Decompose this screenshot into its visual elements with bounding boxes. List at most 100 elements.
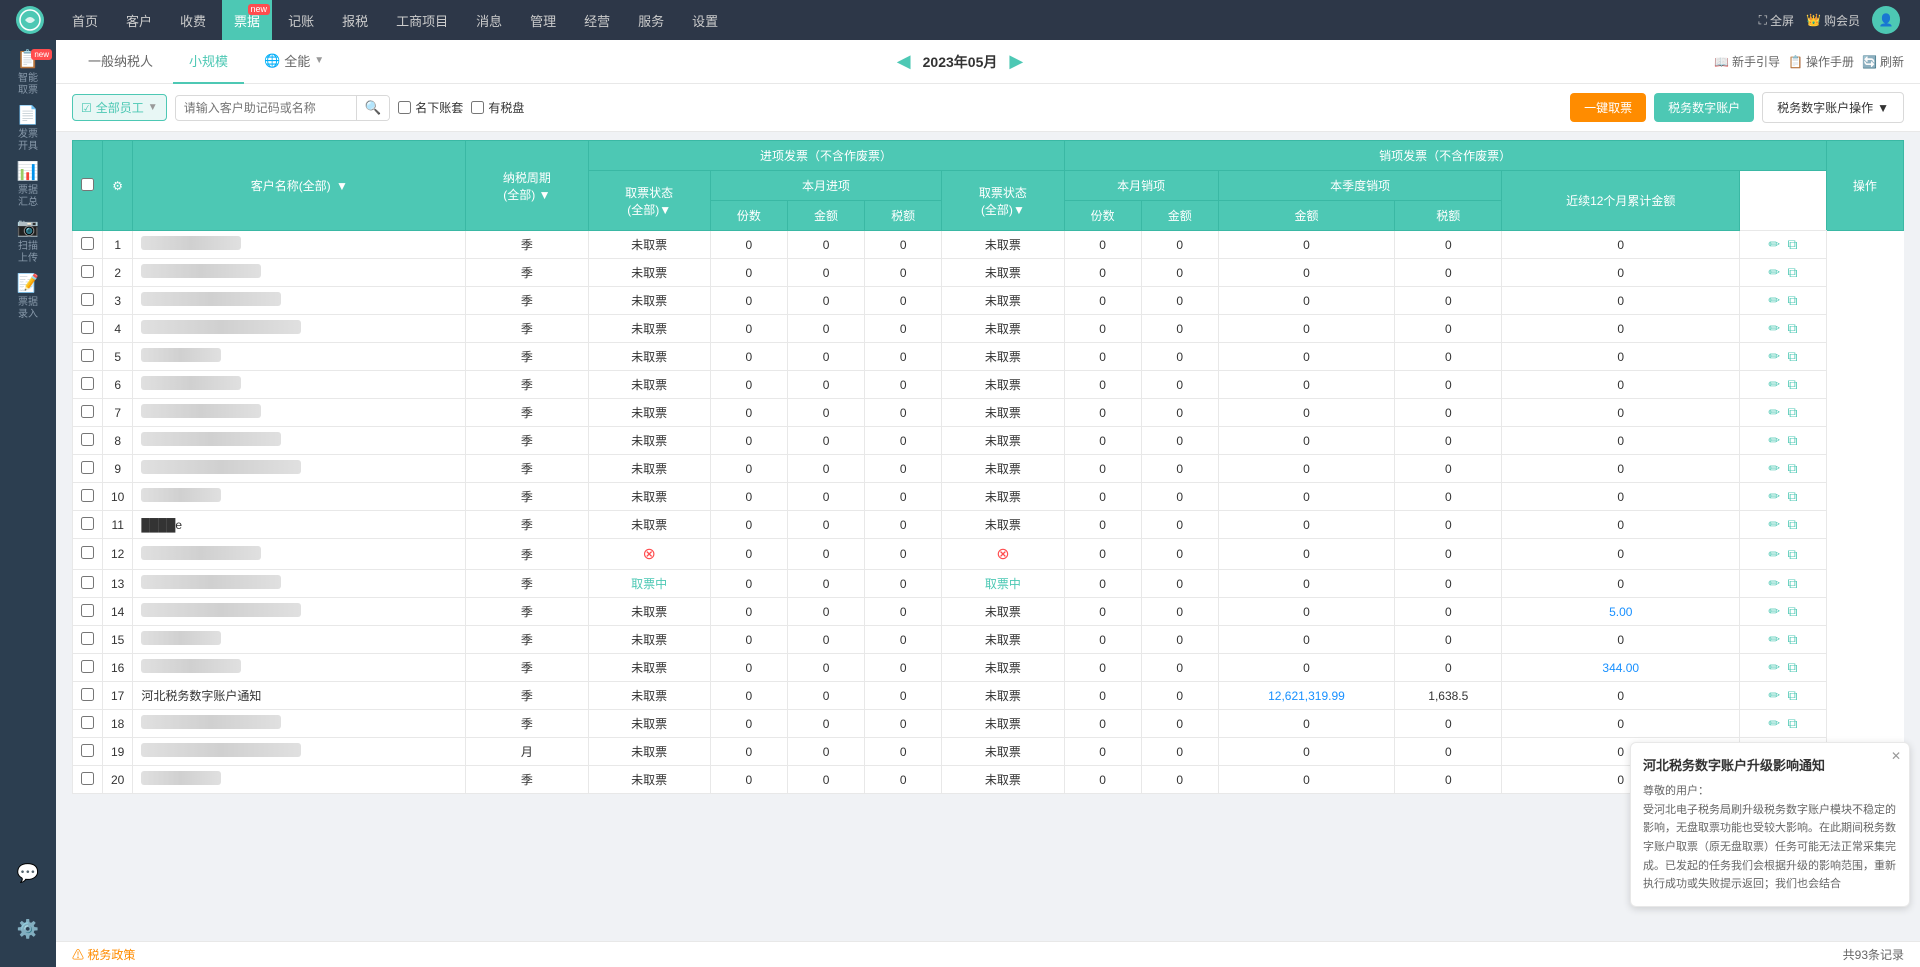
edit-icon[interactable]: ✏ bbox=[1768, 546, 1780, 562]
copy-icon[interactable]: ⧉ bbox=[1787, 546, 1797, 562]
my-account-checkbox[interactable]: 名下账套 bbox=[398, 99, 463, 116]
sidebar-item-invoice-open[interactable]: 📄 发票开具 bbox=[0, 101, 56, 157]
nav-item-accounting[interactable]: 记账 bbox=[276, 0, 326, 40]
copy-icon[interactable]: ⧉ bbox=[1787, 603, 1797, 619]
cell-checkbox[interactable] bbox=[73, 231, 103, 259]
fullscreen-btn[interactable]: ⛶ 全屏 bbox=[1759, 12, 1794, 29]
search-button[interactable]: 🔍 bbox=[356, 96, 390, 120]
cell-checkbox[interactable] bbox=[73, 654, 103, 682]
period-filter-icon[interactable]: ▼ bbox=[539, 188, 551, 202]
one-click-ticket-btn[interactable]: 一键取票 bbox=[1570, 93, 1646, 122]
copy-icon[interactable]: ⧉ bbox=[1787, 404, 1797, 420]
tab-all[interactable]: 🌐 全能 ▼ bbox=[248, 40, 340, 84]
edit-icon[interactable]: ✏ bbox=[1768, 264, 1780, 280]
edit-icon[interactable]: ✏ bbox=[1768, 687, 1780, 703]
copy-icon[interactable]: ⧉ bbox=[1787, 292, 1797, 308]
cell-checkbox[interactable] bbox=[73, 738, 103, 766]
tax-digital-account-btn[interactable]: 税务数字账户 bbox=[1654, 93, 1754, 122]
sidebar-item-message[interactable]: 💬 bbox=[0, 845, 56, 901]
nav-item-message[interactable]: 消息 bbox=[464, 0, 514, 40]
copy-icon[interactable]: ⧉ bbox=[1787, 488, 1797, 504]
nav-item-customer[interactable]: 客户 bbox=[114, 0, 164, 40]
tab-small-scale[interactable]: 小规模 bbox=[173, 40, 244, 84]
tax-box-checkbox[interactable]: 有税盘 bbox=[471, 99, 524, 116]
nav-item-business[interactable]: 工商项目 bbox=[384, 0, 460, 40]
edit-icon[interactable]: ✏ bbox=[1768, 603, 1780, 619]
copy-icon[interactable]: ⧉ bbox=[1787, 460, 1797, 476]
sidebar-item-scan-upload[interactable]: 📷 扫描上传 bbox=[0, 213, 56, 269]
copy-icon[interactable]: ⧉ bbox=[1787, 659, 1797, 675]
cell-checkbox[interactable] bbox=[73, 483, 103, 511]
nav-item-invoice[interactable]: 票据 new bbox=[222, 0, 272, 40]
cell-checkbox[interactable] bbox=[73, 598, 103, 626]
cell-checkbox[interactable] bbox=[73, 259, 103, 287]
cell-checkbox[interactable] bbox=[73, 710, 103, 738]
tax-policy-link[interactable]: ⚠ 税务政策 bbox=[72, 946, 135, 963]
cell-checkbox[interactable] bbox=[73, 427, 103, 455]
avatar[interactable]: 👤 bbox=[1872, 6, 1900, 34]
copy-icon[interactable]: ⧉ bbox=[1787, 687, 1797, 703]
nav-item-manage[interactable]: 管理 bbox=[518, 0, 568, 40]
in-status-filter-icon[interactable]: ▼ bbox=[659, 203, 671, 217]
edit-icon[interactable]: ✏ bbox=[1768, 715, 1780, 731]
tab-general-taxpayer[interactable]: 一般纳税人 bbox=[72, 40, 169, 84]
copy-icon[interactable]: ⧉ bbox=[1787, 432, 1797, 448]
select-all-checkbox[interactable] bbox=[81, 178, 94, 191]
sidebar-item-smart-ticket[interactable]: 📋 智能取票 new bbox=[0, 45, 56, 101]
edit-icon[interactable]: ✏ bbox=[1768, 575, 1780, 591]
cell-checkbox[interactable] bbox=[73, 343, 103, 371]
cell-checkbox[interactable] bbox=[73, 539, 103, 570]
copy-icon[interactable]: ⧉ bbox=[1787, 264, 1797, 280]
edit-icon[interactable]: ✏ bbox=[1768, 348, 1780, 364]
sidebar-item-invoice-entry[interactable]: 📝 票据录入 bbox=[0, 269, 56, 325]
edit-icon[interactable]: ✏ bbox=[1768, 460, 1780, 476]
nav-item-settings[interactable]: 设置 bbox=[680, 0, 730, 40]
edit-icon[interactable]: ✏ bbox=[1768, 292, 1780, 308]
date-prev-arrow[interactable]: ◀ bbox=[897, 51, 911, 72]
edit-icon[interactable]: ✏ bbox=[1768, 376, 1780, 392]
cell-checkbox[interactable] bbox=[73, 626, 103, 654]
cell-checkbox[interactable] bbox=[73, 682, 103, 710]
edit-icon[interactable]: ✏ bbox=[1768, 488, 1780, 504]
sidebar-item-settings[interactable]: ⚙️ bbox=[0, 901, 56, 957]
edit-icon[interactable]: ✏ bbox=[1768, 404, 1780, 420]
edit-icon[interactable]: ✏ bbox=[1768, 432, 1780, 448]
cell-checkbox[interactable] bbox=[73, 455, 103, 483]
new-guide-btn[interactable]: 📖 新手引导 bbox=[1714, 53, 1780, 70]
nav-item-service[interactable]: 服务 bbox=[626, 0, 676, 40]
search-input[interactable] bbox=[176, 97, 356, 119]
nav-item-tax[interactable]: 报税 bbox=[330, 0, 380, 40]
copy-icon[interactable]: ⧉ bbox=[1787, 376, 1797, 392]
nav-item-operation[interactable]: 经营 bbox=[572, 0, 622, 40]
out-status-filter-icon[interactable]: ▼ bbox=[1013, 203, 1025, 217]
edit-icon[interactable]: ✏ bbox=[1768, 236, 1780, 252]
edit-icon[interactable]: ✏ bbox=[1768, 516, 1780, 532]
cell-checkbox[interactable] bbox=[73, 287, 103, 315]
sidebar-item-invoice-summary[interactable]: 📊 票据汇总 bbox=[0, 157, 56, 213]
nav-item-home[interactable]: 首页 bbox=[60, 0, 110, 40]
cell-checkbox[interactable] bbox=[73, 570, 103, 598]
date-next-arrow[interactable]: ▶ bbox=[1009, 51, 1023, 72]
cell-checkbox[interactable] bbox=[73, 511, 103, 539]
tax-digital-account-op-btn[interactable]: 税务数字账户操作 ▼ bbox=[1762, 92, 1904, 123]
copy-icon[interactable]: ⧉ bbox=[1787, 516, 1797, 532]
edit-icon[interactable]: ✏ bbox=[1768, 659, 1780, 675]
copy-icon[interactable]: ⧉ bbox=[1787, 236, 1797, 252]
notification-close-btn[interactable]: ✕ bbox=[1891, 749, 1901, 763]
employee-select[interactable]: ☑ 全部员工 ▼ bbox=[72, 94, 167, 121]
th-checkbox[interactable] bbox=[73, 141, 103, 231]
copy-icon[interactable]: ⧉ bbox=[1787, 575, 1797, 591]
refresh-btn[interactable]: 🔄 刷新 bbox=[1862, 53, 1904, 70]
th-gear[interactable]: ⚙ bbox=[103, 141, 133, 231]
cell-checkbox[interactable] bbox=[73, 399, 103, 427]
edit-icon[interactable]: ✏ bbox=[1768, 320, 1780, 336]
filter-icon[interactable]: ▼ bbox=[336, 179, 348, 193]
nav-item-fee[interactable]: 收费 bbox=[168, 0, 218, 40]
copy-icon[interactable]: ⧉ bbox=[1787, 320, 1797, 336]
operation-manual-btn[interactable]: 📋 操作手册 bbox=[1788, 53, 1854, 70]
copy-icon[interactable]: ⧉ bbox=[1787, 631, 1797, 647]
member-btn[interactable]: 👑 购会员 bbox=[1806, 12, 1860, 29]
cell-checkbox[interactable] bbox=[73, 371, 103, 399]
cell-checkbox[interactable] bbox=[73, 766, 103, 794]
edit-icon[interactable]: ✏ bbox=[1768, 631, 1780, 647]
